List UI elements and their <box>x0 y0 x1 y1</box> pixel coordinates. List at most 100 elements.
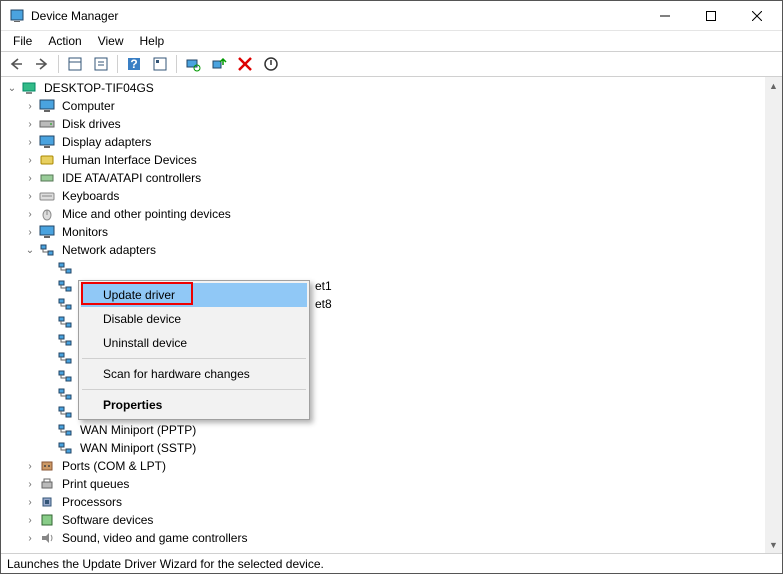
port-icon <box>39 458 55 474</box>
context-menu-separator <box>82 389 306 390</box>
tree-category-display-adapters[interactable]: ›Display adapters <box>1 133 782 151</box>
action-list-button[interactable] <box>148 53 172 75</box>
expand-icon[interactable]: › <box>23 477 37 491</box>
tree-device[interactable] <box>1 259 782 277</box>
expand-icon[interactable]: › <box>23 495 37 509</box>
scroll-down-arrow[interactable]: ▼ <box>765 536 782 553</box>
tree-category-sound-video-and-game-controllers[interactable]: › Sound, video and game controllers <box>1 529 782 547</box>
tree-device[interactable]: WAN Miniport (PPTP) <box>1 421 782 439</box>
tree-category-disk-drives[interactable]: ›Disk drives <box>1 115 782 133</box>
expand-icon[interactable]: › <box>23 459 37 473</box>
properties-button[interactable] <box>89 53 113 75</box>
menubar: File Action View Help <box>1 31 782 51</box>
tree-category-mice-and-other-pointing-devices[interactable]: › Mice and other pointing devices <box>1 205 782 223</box>
tree-item-label: Mice and other pointing devices <box>59 206 234 222</box>
toolbar: ? <box>1 51 782 77</box>
monitor-icon <box>39 98 55 114</box>
menu-help[interactable]: Help <box>132 32 173 50</box>
context-menu-item-update-driver[interactable]: Update driver <box>81 283 307 307</box>
network-icon <box>57 386 73 402</box>
tree-item-label <box>77 267 83 269</box>
network-icon <box>57 314 73 330</box>
context-menu-item-uninstall-device[interactable]: Uninstall device <box>81 331 307 355</box>
tree-category-ide-ata-atapi-controllers[interactable]: › IDE ATA/ATAPI controllers <box>1 169 782 187</box>
network-icon <box>57 278 73 294</box>
collapse-icon[interactable]: ⌄ <box>23 243 37 257</box>
scan-hardware-button[interactable] <box>181 53 205 75</box>
collapse-icon[interactable]: ⌄ <box>5 81 19 95</box>
network-icon <box>57 350 73 366</box>
expand-icon[interactable]: › <box>23 117 37 131</box>
tree-item-label: Sound, video and game controllers <box>59 530 250 546</box>
tree-category-computer[interactable]: › Computer <box>1 97 782 115</box>
expand-icon[interactable]: › <box>23 513 37 527</box>
tree-item-label: DESKTOP-TIF04GS <box>41 80 157 96</box>
tree-device[interactable]: WAN Miniport (SSTP) <box>1 439 782 457</box>
tree-item-label: Computer <box>59 98 118 114</box>
svg-text:?: ? <box>130 57 137 71</box>
device-tree[interactable]: ▲ ▼ ⌄ DESKTOP-TIF04GS › Computer›Disk drive… <box>1 77 782 553</box>
tree-item-label: IDE ATA/ATAPI controllers <box>59 170 204 186</box>
app-icon <box>9 8 25 24</box>
maximize-button[interactable] <box>688 1 734 31</box>
context-menu-item-properties[interactable]: Properties <box>81 393 307 417</box>
tree-item-label: WAN Miniport (PPTP) <box>77 422 199 438</box>
expand-icon[interactable]: › <box>23 531 37 545</box>
tree-item-label: Ports (COM & LPT) <box>59 458 169 474</box>
tree-item-label: WAN Miniport (SSTP) <box>77 440 199 456</box>
menu-file[interactable]: File <box>5 32 40 50</box>
expand-icon[interactable]: › <box>23 189 37 203</box>
cpu-icon <box>39 494 55 510</box>
tree-category-software-devices[interactable]: ›Software devices <box>1 511 782 529</box>
tree-root[interactable]: ⌄ DESKTOP-TIF04GS <box>1 79 782 97</box>
sound-icon <box>39 530 55 546</box>
tree-item-label-peek: et8 <box>312 296 335 312</box>
tree-category-processors[interactable]: › Processors <box>1 493 782 511</box>
tree-item-label: Keyboards <box>59 188 122 204</box>
menu-view[interactable]: View <box>90 32 132 50</box>
update-driver-button[interactable] <box>207 53 231 75</box>
forward-button[interactable] <box>30 53 54 75</box>
pc-icon <box>21 80 37 96</box>
statusbar: Launches the Update Driver Wizard for th… <box>1 553 782 573</box>
tree-category-network-adapters[interactable]: ⌄Network adapters <box>1 241 782 259</box>
tree-item-label-peek: et1 <box>312 278 335 294</box>
software-icon <box>39 512 55 528</box>
show-hide-console-tree-button[interactable] <box>63 53 87 75</box>
menu-action[interactable]: Action <box>40 32 89 50</box>
minimize-button[interactable] <box>642 1 688 31</box>
monitor-icon <box>39 134 55 150</box>
tree-category-monitors[interactable]: ›Monitors <box>1 223 782 241</box>
expand-icon[interactable]: › <box>23 135 37 149</box>
context-menu-item-scan-for-hardware-changes[interactable]: Scan for hardware changes <box>81 362 307 386</box>
context-menu-item-disable-device[interactable]: Disable device <box>81 307 307 331</box>
monitor-icon <box>39 224 55 240</box>
help-button[interactable]: ? <box>122 53 146 75</box>
ide-icon <box>39 170 55 186</box>
tree-category-ports-com-lpt-[interactable]: › Ports (COM & LPT) <box>1 457 782 475</box>
hid-icon <box>39 152 55 168</box>
expand-icon[interactable]: › <box>23 207 37 221</box>
scroll-up-arrow[interactable]: ▲ <box>765 77 782 94</box>
network-icon <box>57 332 73 348</box>
expand-icon[interactable]: › <box>23 171 37 185</box>
tree-item-label: Print queues <box>59 476 132 492</box>
network-icon <box>57 404 73 420</box>
disable-button[interactable] <box>259 53 283 75</box>
vertical-scrollbar[interactable]: ▲ ▼ <box>765 77 782 553</box>
network-icon <box>57 422 73 438</box>
network-icon <box>57 368 73 384</box>
expand-icon[interactable]: › <box>23 153 37 167</box>
network-icon <box>57 260 73 276</box>
expand-icon[interactable]: › <box>23 99 37 113</box>
tree-item-label: Processors <box>59 494 125 510</box>
uninstall-button[interactable] <box>233 53 257 75</box>
back-button[interactable] <box>4 53 28 75</box>
context-menu: Update driverDisable deviceUninstall dev… <box>78 280 310 420</box>
tree-category-print-queues[interactable]: › Print queues <box>1 475 782 493</box>
tree-item-label: Human Interface Devices <box>59 152 200 168</box>
expand-icon[interactable]: › <box>23 225 37 239</box>
close-button[interactable] <box>734 1 780 31</box>
tree-category-keyboards[interactable]: › Keyboards <box>1 187 782 205</box>
tree-category-human-interface-devices[interactable]: › Human Interface Devices <box>1 151 782 169</box>
